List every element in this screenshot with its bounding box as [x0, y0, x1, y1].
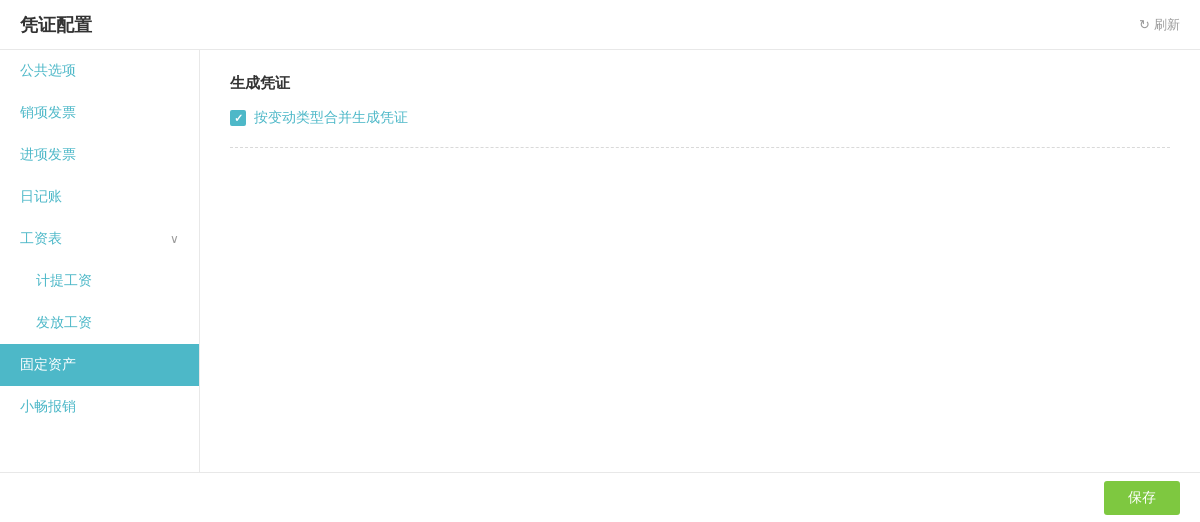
sidebar-label: 工资表 [20, 230, 62, 248]
sidebar-item-expense-report[interactable]: 小畅报销 [0, 386, 199, 428]
sidebar-item-purchase-invoice[interactable]: 进项发票 [0, 134, 199, 176]
sidebar-item-journal[interactable]: 日记账 [0, 176, 199, 218]
sidebar-item-calc-salary[interactable]: 计提工资 [0, 260, 199, 302]
sidebar-label: 日记账 [20, 188, 62, 206]
sidebar-item-sales-invoice[interactable]: 销项发票 [0, 92, 199, 134]
page-title: 凭证配置 [20, 13, 92, 37]
sidebar-label: 计提工资 [36, 272, 92, 290]
sidebar-label: 公共选项 [20, 62, 76, 80]
sidebar-item-public-options[interactable]: 公共选项 [0, 50, 199, 92]
save-button[interactable]: 保存 [1104, 481, 1180, 515]
content-area: 生成凭证 ✓ 按变动类型合并生成凭证 [200, 50, 1200, 472]
sidebar-item-pay-salary[interactable]: 发放工资 [0, 302, 199, 344]
checkbox-label[interactable]: 按变动类型合并生成凭证 [254, 109, 408, 127]
section-divider [230, 147, 1170, 148]
refresh-label: 刷新 [1154, 16, 1180, 34]
checkmark-icon: ✓ [234, 112, 243, 125]
refresh-button[interactable]: ↻ 刷新 [1139, 16, 1180, 34]
sidebar-item-fixed-assets[interactable]: 固定资产 [0, 344, 199, 386]
refresh-icon: ↻ [1139, 17, 1150, 32]
section-title: 生成凭证 [230, 74, 1170, 93]
main-layout: 公共选项销项发票进项发票日记账工资表 ∨ 计提工资发放工资固定资产小畅报销 生成凭证… [0, 50, 1200, 472]
sidebar: 公共选项销项发票进项发票日记账工资表 ∨ 计提工资发放工资固定资产小畅报销 [0, 50, 200, 472]
sidebar-label: 发放工资 [36, 314, 92, 332]
merge-type-checkbox[interactable]: ✓ [230, 110, 246, 126]
page-header: 凭证配置 ↻ 刷新 [0, 0, 1200, 50]
page-footer: 保存 [0, 472, 1200, 522]
chevron-down-icon: ∨ [170, 232, 179, 246]
sidebar-label: 固定资产 [20, 356, 76, 374]
sidebar-label: 销项发票 [20, 104, 76, 122]
sidebar-label: 进项发票 [20, 146, 76, 164]
checkbox-row: ✓ 按变动类型合并生成凭证 [230, 109, 1170, 127]
sidebar-item-payroll-table[interactable]: 工资表 ∨ [0, 218, 199, 260]
sidebar-label: 小畅报销 [20, 398, 76, 416]
